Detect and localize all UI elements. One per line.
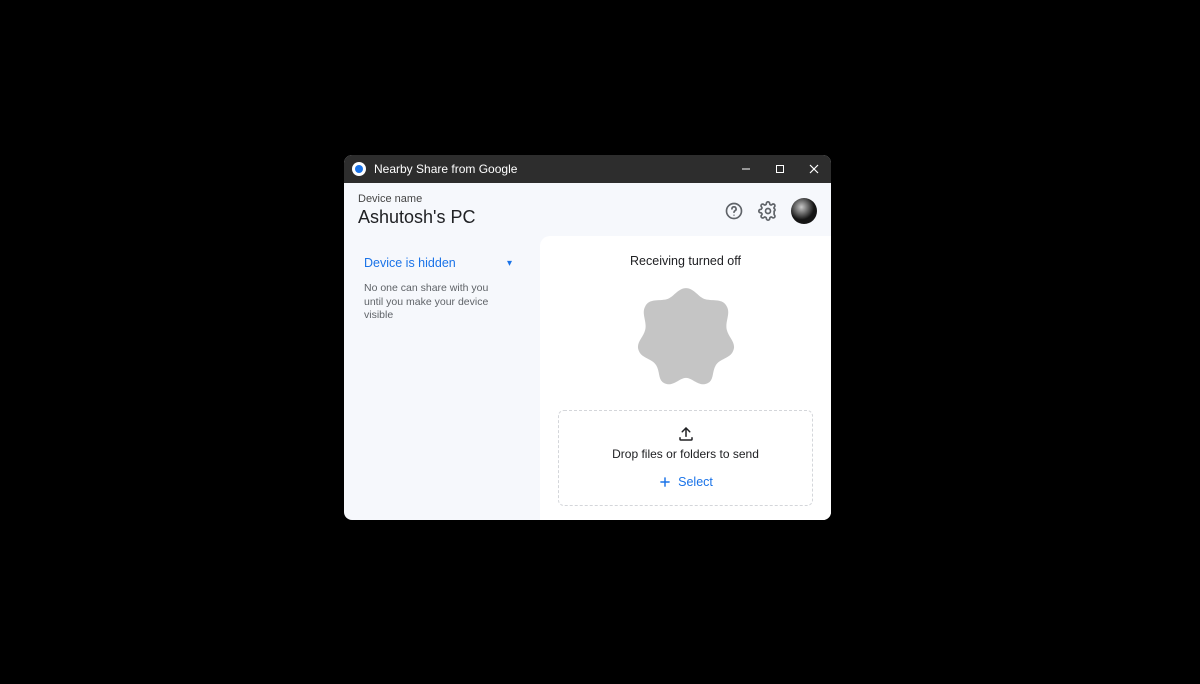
header-actions — [723, 198, 817, 224]
select-button[interactable]: Select — [658, 475, 713, 489]
app-window: Nearby Share from Google Device name Ash… — [344, 155, 831, 520]
titlebar: Nearby Share from Google — [344, 155, 831, 183]
close-button[interactable] — [805, 164, 823, 174]
badge-area — [558, 284, 813, 386]
body: Device is hidden ▾ No one can share with… — [344, 236, 831, 520]
dropzone-text: Drop files or folders to send — [612, 447, 759, 461]
gear-icon — [758, 201, 778, 221]
close-icon — [809, 164, 819, 174]
dropzone[interactable]: Drop files or folders to send Select — [558, 410, 813, 506]
window-controls — [737, 164, 823, 174]
main-panel: Receiving turned off Drop files or folde… — [540, 236, 831, 520]
titlebar-title: Nearby Share from Google — [374, 162, 737, 176]
device-name-label: Device name — [358, 193, 723, 205]
chevron-down-icon: ▾ — [507, 258, 512, 269]
minimize-icon — [741, 164, 751, 174]
settings-button[interactable] — [757, 200, 779, 222]
receiving-status: Receiving turned off — [558, 254, 813, 268]
app-icon — [352, 162, 366, 176]
maximize-button[interactable] — [771, 164, 789, 174]
sidebar: Device is hidden ▾ No one can share with… — [344, 236, 540, 520]
status-badge-icon — [635, 284, 737, 386]
maximize-icon — [775, 164, 785, 174]
visibility-subtext: No one can share with you until you make… — [364, 282, 509, 323]
visibility-dropdown[interactable]: Device is hidden ▾ — [364, 254, 512, 272]
avatar[interactable] — [791, 198, 817, 224]
header-left: Device name Ashutosh's PC — [358, 193, 723, 228]
visibility-dropdown-label: Device is hidden — [364, 256, 456, 270]
help-icon — [724, 201, 744, 221]
header: Device name Ashutosh's PC — [344, 183, 831, 236]
help-button[interactable] — [723, 200, 745, 222]
upload-icon — [677, 425, 695, 443]
plus-icon — [658, 475, 672, 489]
minimize-button[interactable] — [737, 164, 755, 174]
device-name: Ashutosh's PC — [358, 207, 723, 228]
select-label: Select — [678, 475, 713, 489]
